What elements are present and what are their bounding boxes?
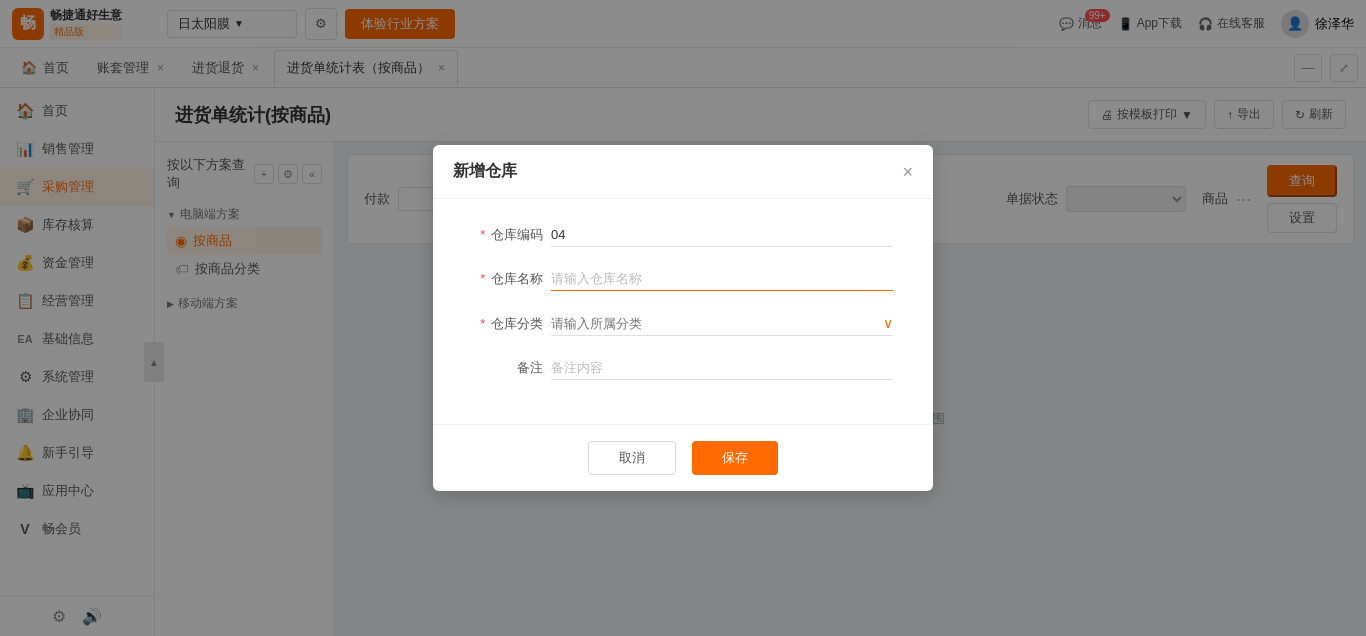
warehouse-code-input[interactable] xyxy=(551,223,893,247)
name-required-star: * xyxy=(480,271,485,286)
modal-header: 新增仓库 × xyxy=(433,145,933,199)
remark-input[interactable] xyxy=(551,356,893,380)
remark-label: 备注 xyxy=(473,359,543,377)
cancel-button[interactable]: 取消 xyxy=(588,441,676,475)
category-label: * 仓库分类 xyxy=(473,315,543,333)
category-required-star: * xyxy=(480,316,485,331)
modal-overlay[interactable]: 新增仓库 × * 仓库编码 * 仓库名称 xyxy=(0,0,1366,636)
modal-close-btn[interactable]: × xyxy=(902,163,913,181)
form-row-category: * 仓库分类 ∨ xyxy=(473,311,893,336)
modal-footer: 取消 保存 xyxy=(433,424,933,491)
code-label: * 仓库编码 xyxy=(473,226,543,244)
category-input[interactable] xyxy=(551,316,883,331)
name-label: * 仓库名称 xyxy=(473,270,543,288)
category-select-row[interactable]: ∨ xyxy=(551,311,893,336)
modal-title: 新增仓库 xyxy=(453,161,517,182)
modal-new-warehouse: 新增仓库 × * 仓库编码 * 仓库名称 xyxy=(433,145,933,491)
save-button[interactable]: 保存 xyxy=(692,441,778,475)
code-required-star: * xyxy=(480,227,485,242)
form-row-name: * 仓库名称 xyxy=(473,267,893,291)
form-row-code: * 仓库编码 xyxy=(473,223,893,247)
form-row-remark: 备注 xyxy=(473,356,893,380)
modal-body: * 仓库编码 * 仓库名称 * 仓库分类 xyxy=(433,199,933,424)
warehouse-name-input[interactable] xyxy=(551,267,893,291)
category-dropdown-icon: ∨ xyxy=(883,315,893,331)
